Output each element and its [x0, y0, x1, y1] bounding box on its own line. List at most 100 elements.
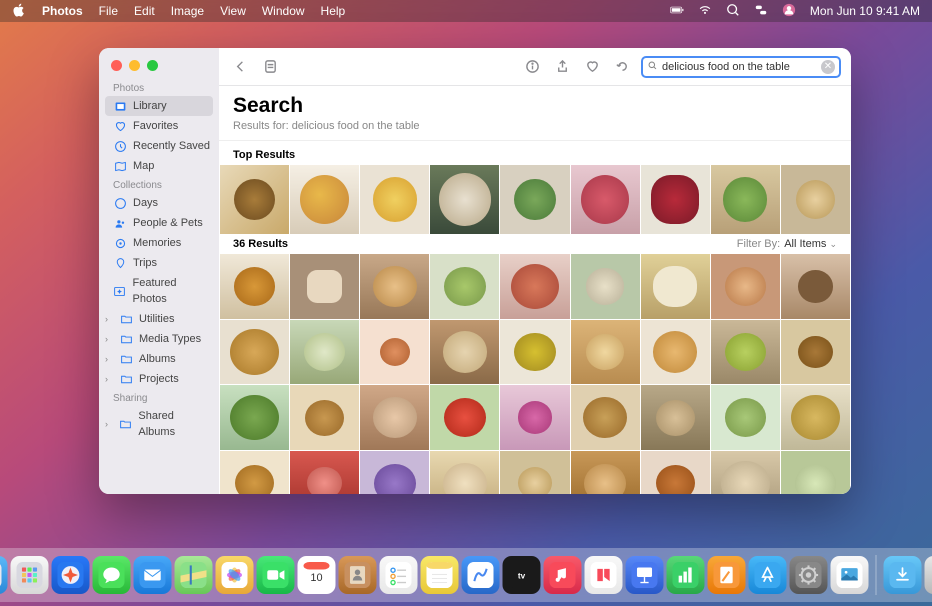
photo-thumbnail[interactable] [571, 385, 640, 450]
sidebar-item-utilities[interactable]: ›Utilities [99, 309, 219, 329]
photo-thumbnail[interactable] [500, 254, 569, 319]
photo-thumbnail[interactable] [430, 165, 499, 234]
photo-thumbnail[interactable] [220, 254, 289, 319]
menu-edit[interactable]: Edit [134, 4, 155, 18]
spotlight-icon[interactable] [726, 3, 740, 20]
apple-menu-icon[interactable] [12, 3, 26, 20]
dock-pages[interactable] [708, 556, 746, 594]
menu-window[interactable]: Window [262, 4, 305, 18]
dock-calendar[interactable]: 10 [298, 556, 336, 594]
photo-thumbnail[interactable] [360, 165, 429, 234]
sidebar-item-featured-photos[interactable]: Featured Photos [99, 273, 219, 309]
sidebar-item-recently-saved[interactable]: Recently Saved [99, 136, 219, 156]
menu-view[interactable]: View [220, 4, 246, 18]
fullscreen-button[interactable] [147, 60, 158, 71]
photo-thumbnail[interactable] [430, 254, 499, 319]
photo-thumbnail[interactable] [711, 451, 780, 494]
dock-contacts[interactable] [339, 556, 377, 594]
user-icon[interactable] [782, 3, 796, 20]
back-button[interactable] [229, 56, 251, 78]
sidebar-item-projects[interactable]: ›Projects [99, 369, 219, 389]
dock-music[interactable] [544, 556, 582, 594]
sidebar-item-albums[interactable]: ›Albums [99, 349, 219, 369]
sidebar-item-library[interactable]: Library [105, 96, 213, 116]
dock-freeform[interactable] [462, 556, 500, 594]
photo-thumbnail[interactable] [360, 320, 429, 385]
dock-messages[interactable] [93, 556, 131, 594]
dock-reminders[interactable] [380, 556, 418, 594]
clear-search-button[interactable]: ✕ [821, 60, 835, 74]
dock-keynote[interactable] [626, 556, 664, 594]
wifi-icon[interactable] [698, 3, 712, 20]
photo-thumbnail[interactable] [781, 254, 850, 319]
dock-preview[interactable] [831, 556, 869, 594]
sidebar-item-memories[interactable]: Memories [99, 233, 219, 253]
photo-thumbnail[interactable] [641, 320, 710, 385]
dock-system-settings[interactable] [790, 556, 828, 594]
photo-thumbnail[interactable] [500, 320, 569, 385]
filter-by-dropdown[interactable]: All Items ⌄ [784, 238, 837, 250]
photo-thumbnail[interactable] [711, 165, 780, 234]
results-scroll[interactable]: Search Results for: delicious food on th… [219, 86, 851, 494]
battery-icon[interactable] [670, 3, 684, 20]
photo-thumbnail[interactable] [220, 385, 289, 450]
sidebar-item-days[interactable]: Days [99, 193, 219, 213]
photo-thumbnail[interactable] [290, 385, 359, 450]
photo-thumbnail[interactable] [781, 320, 850, 385]
photo-thumbnail[interactable] [360, 451, 429, 494]
photo-thumbnail[interactable] [781, 451, 850, 494]
photo-thumbnail[interactable] [641, 385, 710, 450]
dock-news[interactable] [585, 556, 623, 594]
rotate-button[interactable] [611, 56, 633, 78]
control-center-icon[interactable] [754, 3, 768, 20]
photo-thumbnail[interactable] [290, 320, 359, 385]
photo-thumbnail[interactable] [500, 165, 569, 234]
photo-thumbnail[interactable] [641, 451, 710, 494]
photo-thumbnail[interactable] [500, 451, 569, 494]
photo-thumbnail[interactable] [711, 385, 780, 450]
photo-thumbnail[interactable] [290, 451, 359, 494]
dock-tv[interactable]: tv [503, 556, 541, 594]
photo-thumbnail[interactable] [360, 385, 429, 450]
sidebar-item-media-types[interactable]: ›Media Types [99, 329, 219, 349]
dock-notes[interactable] [421, 556, 459, 594]
favorite-button[interactable] [581, 56, 603, 78]
dock-photos[interactable] [216, 556, 254, 594]
photo-thumbnail[interactable] [290, 165, 359, 234]
photo-thumbnail[interactable] [571, 165, 640, 234]
menu-help[interactable]: Help [321, 4, 346, 18]
info-button[interactable] [521, 56, 543, 78]
view-options-button[interactable] [259, 56, 281, 78]
minimize-button[interactable] [129, 60, 140, 71]
dock-numbers[interactable] [667, 556, 705, 594]
photo-thumbnail[interactable] [220, 165, 289, 234]
app-menu[interactable]: Photos [42, 4, 83, 18]
dock-maps[interactable] [175, 556, 213, 594]
sidebar-item-map[interactable]: Map [99, 156, 219, 176]
dock-finder[interactable] [0, 556, 8, 594]
photo-thumbnail[interactable] [500, 385, 569, 450]
search-input[interactable] [662, 61, 817, 73]
dock-facetime[interactable] [257, 556, 295, 594]
photo-thumbnail[interactable] [641, 165, 710, 234]
dock-mail[interactable] [134, 556, 172, 594]
menu-image[interactable]: Image [171, 4, 204, 18]
photo-thumbnail[interactable] [781, 165, 850, 234]
photo-thumbnail[interactable] [571, 451, 640, 494]
photo-thumbnail[interactable] [641, 254, 710, 319]
dock-appstore[interactable] [749, 556, 787, 594]
dock-launchpad[interactable] [11, 556, 49, 594]
photo-thumbnail[interactable] [360, 254, 429, 319]
photo-thumbnail[interactable] [430, 385, 499, 450]
menu-file[interactable]: File [99, 4, 118, 18]
photo-thumbnail[interactable] [220, 320, 289, 385]
sidebar-item-people-pets[interactable]: People & Pets [99, 213, 219, 233]
dock-downloads[interactable] [884, 556, 922, 594]
photo-thumbnail[interactable] [571, 254, 640, 319]
photo-thumbnail[interactable] [220, 451, 289, 494]
photo-thumbnail[interactable] [711, 254, 780, 319]
photo-thumbnail[interactable] [430, 320, 499, 385]
close-button[interactable] [111, 60, 122, 71]
photo-thumbnail[interactable] [290, 254, 359, 319]
sidebar-item-shared-albums[interactable]: ›Shared Albums [99, 406, 219, 442]
